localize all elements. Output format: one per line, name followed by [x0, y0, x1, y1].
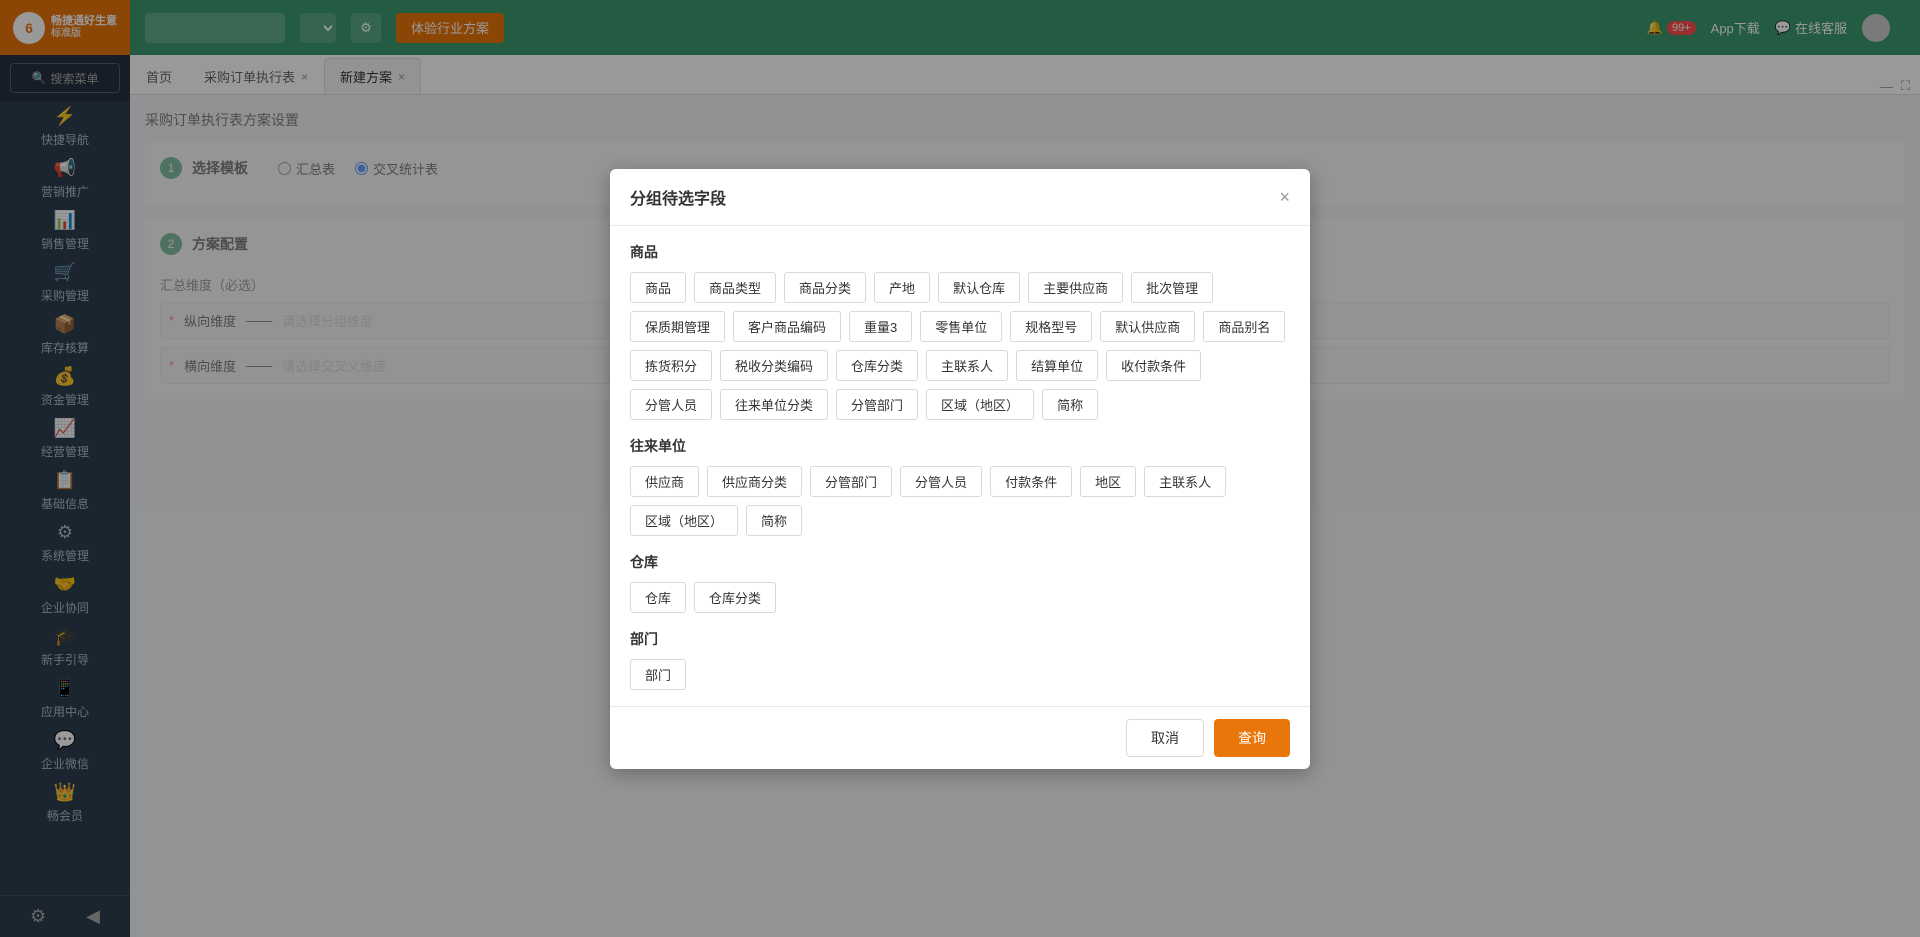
modal-close-button[interactable]: × [1279, 188, 1290, 206]
modal-footer: 取消 查询 [610, 706, 1310, 769]
section-partner: 往来单位 供应商 供应商分类 分管部门 分管人员 付款条件 地区 主联系人 区域… [630, 436, 1290, 536]
modal-body[interactable]: 商品 商品 商品类型 商品分类 产地 默认仓库 主要供应商 批次管理 保质期管理… [610, 226, 1310, 706]
field-tag-default-warehouse[interactable]: 默认仓库 [938, 272, 1020, 303]
field-tag-region[interactable]: 区域（地区） [926, 389, 1034, 420]
field-tag-goods-type[interactable]: 商品类型 [694, 272, 776, 303]
field-tag-goods-category[interactable]: 商品分类 [784, 272, 866, 303]
section-dept-title: 部门 [630, 629, 1290, 649]
field-tag-main-supplier[interactable]: 主要供应商 [1028, 272, 1123, 303]
field-tag-spec-model[interactable]: 规格型号 [1010, 311, 1092, 342]
field-tag-partner-manager[interactable]: 分管人员 [900, 466, 982, 497]
field-tag-origin[interactable]: 产地 [874, 272, 930, 303]
section-goods-tags: 商品 商品类型 商品分类 产地 默认仓库 主要供应商 批次管理 保质期管理 客户… [630, 272, 1290, 420]
field-tag-pick-points[interactable]: 拣货积分 [630, 350, 712, 381]
field-tag-shelf-life[interactable]: 保质期管理 [630, 311, 725, 342]
modal-header: 分组待选字段 × [610, 169, 1310, 226]
field-tag-partner-dept[interactable]: 分管部门 [810, 466, 892, 497]
field-tag-dept[interactable]: 部门 [630, 659, 686, 690]
confirm-button[interactable]: 查询 [1214, 719, 1290, 757]
field-tag-default-supplier[interactable]: 默认供应商 [1100, 311, 1195, 342]
field-tag-counterpart-category[interactable]: 往来单位分类 [720, 389, 828, 420]
section-partner-title: 往来单位 [630, 436, 1290, 456]
section-partner-tags: 供应商 供应商分类 分管部门 分管人员 付款条件 地区 主联系人 区域（地区） … [630, 466, 1290, 536]
field-tag-warehouse[interactable]: 仓库 [630, 582, 686, 613]
field-tag-manager[interactable]: 分管人员 [630, 389, 712, 420]
section-warehouse: 仓库 仓库 仓库分类 [630, 552, 1290, 613]
section-goods-title: 商品 [630, 242, 1290, 262]
field-tag-dept-managed[interactable]: 分管部门 [836, 389, 918, 420]
field-tag-warehouse-category[interactable]: 仓库分类 [836, 350, 918, 381]
field-tag-batch-mgmt[interactable]: 批次管理 [1131, 272, 1213, 303]
field-tag-payment-terms[interactable]: 收付款条件 [1106, 350, 1201, 381]
field-selection-modal: 分组待选字段 × 商品 商品 商品类型 商品分类 产地 默认仓库 主要供应商 批… [610, 169, 1310, 769]
field-tag-partner-short[interactable]: 简称 [746, 505, 802, 536]
field-tag-main-contact[interactable]: 主联系人 [926, 350, 1008, 381]
section-warehouse-title: 仓库 [630, 552, 1290, 572]
field-tag-weight[interactable]: 重量3 [849, 311, 912, 342]
field-tag-customer-code[interactable]: 客户商品编码 [733, 311, 841, 342]
field-tag-tax-code[interactable]: 税收分类编码 [720, 350, 828, 381]
field-tag-retail-unit[interactable]: 零售单位 [920, 311, 1002, 342]
field-tag-settlement-unit[interactable]: 结算单位 [1016, 350, 1098, 381]
modal-overlay: 分组待选字段 × 商品 商品 商品类型 商品分类 产地 默认仓库 主要供应商 批… [0, 0, 1920, 937]
cancel-button[interactable]: 取消 [1126, 719, 1204, 757]
section-goods: 商品 商品 商品类型 商品分类 产地 默认仓库 主要供应商 批次管理 保质期管理… [630, 242, 1290, 420]
field-tag-partner-area[interactable]: 区域（地区） [630, 505, 738, 536]
field-tag-goods[interactable]: 商品 [630, 272, 686, 303]
field-tag-partner-contact[interactable]: 主联系人 [1144, 466, 1226, 497]
field-tag-supplier[interactable]: 供应商 [630, 466, 699, 497]
section-dept: 部门 部门 [630, 629, 1290, 690]
section-warehouse-tags: 仓库 仓库分类 [630, 582, 1290, 613]
field-tag-short-name[interactable]: 简称 [1042, 389, 1098, 420]
modal-title: 分组待选字段 [630, 185, 726, 209]
field-tag-supplier-category[interactable]: 供应商分类 [707, 466, 802, 497]
field-tag-partner-payment[interactable]: 付款条件 [990, 466, 1072, 497]
field-tag-partner-region[interactable]: 地区 [1080, 466, 1136, 497]
section-dept-tags: 部门 [630, 659, 1290, 690]
field-tag-warehouse-cat[interactable]: 仓库分类 [694, 582, 776, 613]
field-tag-goods-alias[interactable]: 商品别名 [1203, 311, 1285, 342]
